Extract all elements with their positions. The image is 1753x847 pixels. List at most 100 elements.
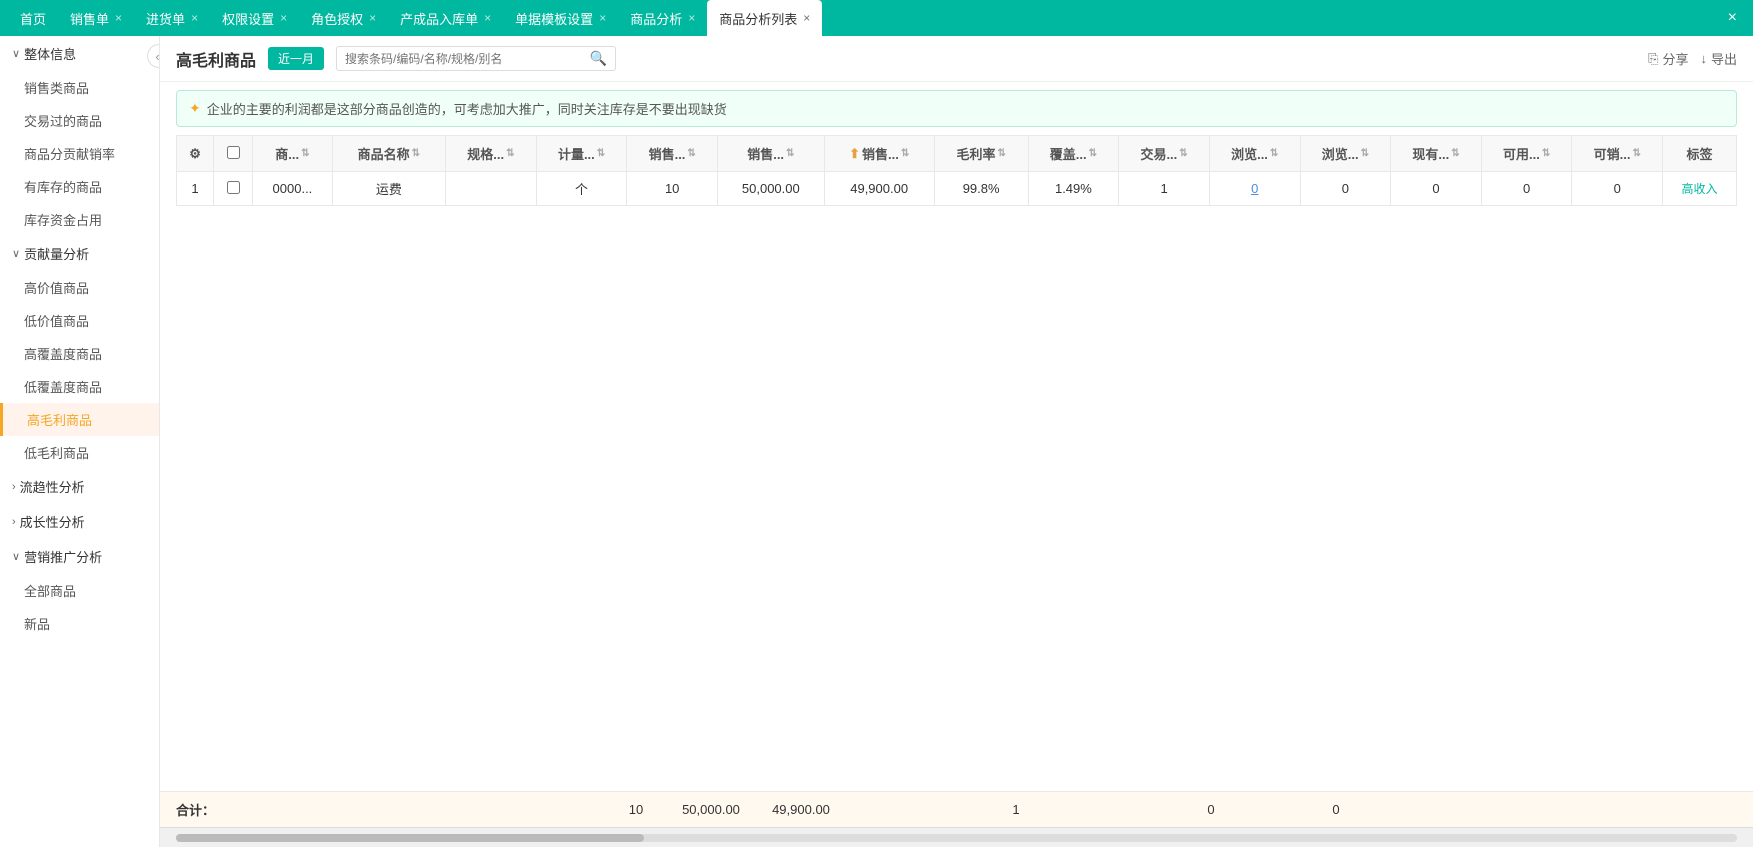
sort-icon[interactable]: ⇅ — [597, 148, 605, 159]
cell-margin: 99.8% — [934, 172, 1028, 206]
sidebar-item-contribution[interactable]: 商品分贡献销率 — [0, 137, 159, 170]
sidebar-group-contribution[interactable]: ∨ 贡献量分析 — [0, 236, 159, 271]
sidebar-item-traded-goods[interactable]: 交易过的商品 — [0, 104, 159, 137]
nav-role[interactable]: 角色授权 × — [299, 0, 388, 36]
sidebar-item-inventory-goods[interactable]: 有库存的商品 — [0, 170, 159, 203]
main-layout: « ∨ 整体信息 销售类商品 交易过的商品 商品分贡献销率 有库存的商品 库存资… — [0, 36, 1753, 847]
cell-unit: 个 — [536, 172, 627, 206]
horizontal-scrollbar[interactable] — [176, 834, 1737, 842]
sort-icon[interactable]: ⇅ — [412, 148, 420, 159]
col-setting[interactable]: ⚙ — [177, 136, 214, 172]
cell-browse1[interactable]: 0 — [1209, 172, 1300, 206]
cell-sales2: 50,000.00 — [718, 172, 825, 206]
nav-goods-analysis-list[interactable]: 商品分析列表 × — [707, 0, 822, 36]
content-header: 高毛利商品 近一月 🔍 ⎘ 分享 ↓ 导出 — [160, 36, 1753, 82]
col-available: 现有...⇅ — [1391, 136, 1482, 172]
sidebar-group-overall[interactable]: ∨ 整体信息 — [0, 36, 159, 71]
sort-icon[interactable]: ⇅ — [1542, 148, 1550, 159]
col-name: 商品名称⇅ — [332, 136, 445, 172]
search-icon[interactable]: 🔍 — [590, 50, 607, 67]
sidebar-item-low-coverage[interactable]: 低覆盖度商品 — [0, 370, 159, 403]
col-sales1: 销售...⇅ — [627, 136, 718, 172]
cell-checkbox[interactable] — [214, 172, 253, 206]
sort-icon[interactable]: ⇅ — [1361, 148, 1369, 159]
table-header-row: ⚙ 商...⇅ 商品名称⇅ 规格...⇅ 计量...⇅ 销售...⇅ 销售...… — [177, 136, 1737, 172]
col-browse2: 浏览...⇅ — [1300, 136, 1391, 172]
cell-code: 0000... — [253, 172, 332, 206]
close-icon[interactable]: × — [484, 11, 491, 25]
page-title: 高毛利商品 — [176, 47, 256, 71]
nav-permission[interactable]: 权限设置 × — [210, 0, 299, 36]
sidebar-item-low-value[interactable]: 低价值商品 — [0, 304, 159, 337]
cell-available: 0 — [1391, 172, 1482, 206]
nav-purchase[interactable]: 进货单 × — [134, 0, 210, 36]
sidebar-item-low-margin[interactable]: 低毛利商品 — [0, 436, 159, 469]
sort-icon[interactable]: ⇅ — [301, 148, 309, 159]
nav-goods-analysis[interactable]: 商品分析 × — [618, 0, 707, 36]
close-icon[interactable]: × — [688, 11, 695, 25]
chevron-down-icon: ∨ — [12, 247, 20, 260]
top-nav: 首页 销售单 × 进货单 × 权限设置 × 角色授权 × 产成品入库单 × 单据… — [0, 0, 1753, 36]
col-trade: 交易...⇅ — [1119, 136, 1210, 172]
select-all-checkbox[interactable] — [227, 146, 240, 159]
table-container[interactable]: ⚙ 商...⇅ 商品名称⇅ 规格...⇅ 计量...⇅ 销售...⇅ 销售...… — [160, 135, 1753, 791]
sidebar-group-growth[interactable]: › 成长性分析 — [0, 504, 159, 539]
close-icon[interactable]: × — [369, 11, 376, 25]
sort-icon[interactable]: ⇅ — [687, 148, 695, 159]
footer-label: 合计： — [176, 800, 256, 819]
table-row: 1 0000... 运费 个 10 50,000.00 49,900.00 99… — [177, 172, 1737, 206]
sidebar-item-new-goods[interactable]: 新品 — [0, 607, 159, 640]
chevron-right-icon: › — [12, 481, 16, 493]
cell-browse2: 0 — [1300, 172, 1391, 206]
footer-sales2: 50,000.00 — [666, 802, 756, 817]
footer-sellable: 0 — [1306, 802, 1366, 817]
time-filter-button[interactable]: 近一月 — [268, 47, 324, 70]
info-banner: ✦ 企业的主要的利润都是这部分商品创造的，可考虑加大推广，同时关注库存是不要出现… — [176, 90, 1737, 127]
chevron-down-icon: ∨ — [12, 47, 20, 60]
sort-icon[interactable]: ⇅ — [1451, 148, 1459, 159]
close-all-tabs-button[interactable]: × — [1720, 9, 1745, 27]
footer-available: 0 — [1176, 802, 1246, 817]
footer-total: 合计： 10 50,000.00 49,900.00 1 0 0 — [160, 791, 1753, 827]
close-icon[interactable]: × — [280, 11, 287, 25]
close-icon[interactable]: × — [803, 11, 810, 25]
row-checkbox[interactable] — [227, 181, 240, 194]
sidebar-group-marketing[interactable]: ∨ 营销推广分析 — [0, 539, 159, 574]
sort-icon[interactable]: ⇅ — [1270, 148, 1278, 159]
cell-spec — [446, 172, 537, 206]
close-icon[interactable]: × — [599, 11, 606, 25]
col-tag: 标签 — [1663, 136, 1737, 172]
close-icon[interactable]: × — [191, 11, 198, 25]
export-icon: ↓ — [1700, 51, 1707, 66]
sidebar-item-high-margin[interactable]: 高毛利商品 — [0, 403, 159, 436]
sort-icon[interactable]: ⇅ — [901, 148, 909, 159]
col-sellable: 可销...⇅ — [1572, 136, 1663, 172]
sort-icon[interactable]: ⇅ — [506, 148, 514, 159]
nav-template[interactable]: 单据模板设置 × — [503, 0, 618, 36]
sidebar-item-inventory-capital[interactable]: 库存资金占用 — [0, 203, 159, 236]
share-button[interactable]: ⎘ 分享 — [1648, 49, 1688, 68]
sidebar-item-high-value[interactable]: 高价值商品 — [0, 271, 159, 304]
sort-icon[interactable]: ⇅ — [1179, 148, 1187, 159]
nav-home[interactable]: 首页 — [8, 0, 58, 36]
sort-icon[interactable]: ⇅ — [997, 148, 1005, 159]
scrollbar-thumb[interactable] — [176, 834, 644, 842]
search-input[interactable] — [345, 52, 590, 66]
col-checkbox[interactable] — [214, 136, 253, 172]
sidebar-item-high-coverage[interactable]: 高覆盖度商品 — [0, 337, 159, 370]
close-icon[interactable]: × — [115, 11, 122, 25]
nav-sales[interactable]: 销售单 × — [58, 0, 134, 36]
sidebar-group-trend[interactable]: › 流趋性分析 — [0, 469, 159, 504]
sort-icon[interactable]: ⇅ — [786, 148, 794, 159]
col-spec: 规格...⇅ — [446, 136, 537, 172]
cell-tag: 高收入 — [1663, 172, 1737, 206]
footer-cells: 10 50,000.00 49,900.00 1 0 0 — [256, 802, 1737, 817]
sidebar-item-sales-goods[interactable]: 销售类商品 — [0, 71, 159, 104]
cell-coverage: 1.49% — [1028, 172, 1119, 206]
sidebar-item-all-goods[interactable]: 全部商品 — [0, 574, 159, 607]
col-usable: 可用...⇅ — [1481, 136, 1572, 172]
sort-icon[interactable]: ⇅ — [1632, 148, 1640, 159]
sort-icon[interactable]: ⇅ — [1089, 148, 1097, 159]
nav-product-stock[interactable]: 产成品入库单 × — [388, 0, 503, 36]
export-button[interactable]: ↓ 导出 — [1700, 49, 1737, 68]
